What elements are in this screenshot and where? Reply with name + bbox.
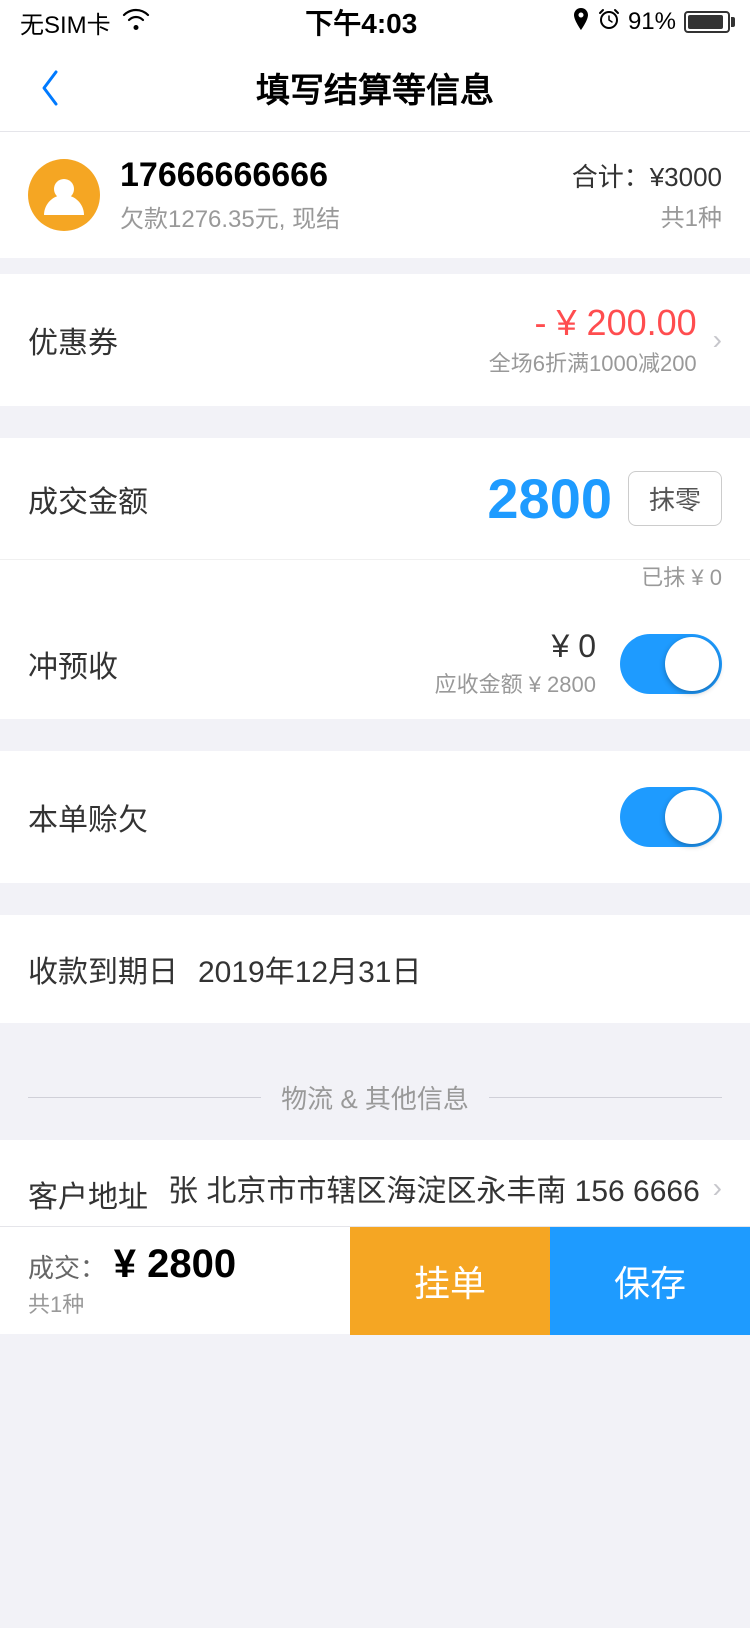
order-credit-toggle[interactable] — [620, 787, 722, 847]
avatar — [28, 159, 100, 231]
address-label: 客户地址 — [28, 1168, 148, 1216]
alarm-icon — [598, 8, 620, 37]
battery-percentage: 91% — [628, 8, 676, 36]
prepay-values: ¥ 0 应收金额 ¥ 2800 — [435, 628, 596, 699]
wifi-icon — [121, 8, 151, 37]
customer-debt: 欠款1276.35元, 现结 — [120, 199, 340, 234]
deal-amount-row: 成交金额 2800 抹零 — [0, 438, 750, 560]
empty-area — [0, 1308, 750, 1508]
status-right: 91% — [572, 8, 730, 37]
logistics-divider-text: 物流 & 其他信息 — [281, 1079, 469, 1116]
order-credit-section: 本单赊欠 — [0, 751, 750, 883]
bottom-bar: 成交： ¥ 2800 共1种 挂单 保存 — [0, 1226, 750, 1334]
page-title: 填写结算等信息 — [256, 63, 494, 112]
deal-sub-label: 已抹 ¥ 0 — [0, 560, 750, 608]
logistics-divider: 物流 & 其他信息 — [0, 1055, 750, 1140]
status-time: 下午4:03 — [305, 2, 417, 42]
bottom-deal-amount: ¥ 2800 — [114, 1242, 236, 1286]
prepay-row: 冲预收 ¥ 0 应收金额 ¥ 2800 — [0, 608, 750, 719]
bottom-summary: 成交： ¥ 2800 共1种 — [0, 1242, 350, 1319]
coupon-label: 优惠券 — [28, 318, 118, 362]
bottom-deal-label: 成交： — [28, 1253, 106, 1283]
round-button[interactable]: 抹零 — [628, 471, 722, 526]
divider-line-right — [489, 1097, 722, 1098]
customer-info: 17666666666 欠款1276.35元, 现结 — [120, 156, 340, 234]
bottom-deal-row: 成交： ¥ 2800 — [28, 1242, 322, 1287]
amount-section: 成交金额 2800 抹零 已抹 ¥ 0 — [0, 438, 750, 608]
prepay-section: 冲预收 ¥ 0 应收金额 ¥ 2800 — [0, 608, 750, 719]
chevron-right-icon: › — [713, 324, 722, 356]
customer-total: 合计：¥3000 共1种 — [572, 157, 722, 233]
battery-icon — [684, 11, 730, 33]
prepay-toggle[interactable] — [620, 634, 722, 694]
prepay-label: 冲预收 — [28, 642, 118, 686]
coupon-desc: 全场6折满1000减200 — [489, 346, 697, 378]
customer-phone: 17666666666 — [120, 156, 340, 195]
bottom-count: 共1种 — [28, 1287, 322, 1319]
due-date-value: 2019年12月31日 — [198, 947, 421, 991]
order-credit-label: 本单赊欠 — [28, 795, 148, 839]
save-button[interactable]: 保存 — [550, 1227, 750, 1335]
total-amount-label: 合计：¥3000 — [572, 157, 722, 194]
prepay-amount: ¥ 0 — [435, 628, 596, 665]
due-date-section: 收款到期日 2019年12月31日 — [0, 915, 750, 1023]
prepay-receivable: 应收金额 ¥ 2800 — [435, 667, 596, 699]
separator-3 — [0, 899, 750, 915]
separator-2 — [0, 735, 750, 751]
due-date-label: 收款到期日 — [28, 947, 178, 991]
deal-right: 2800 抹零 — [487, 466, 722, 531]
total-count: 共1种 — [572, 198, 722, 233]
status-bar: 无SIM卡 下午4:03 91% — [0, 0, 750, 44]
nav-bar: 填写结算等信息 — [0, 44, 750, 132]
customer-card: 17666666666 欠款1276.35元, 现结 合计：¥3000 共1种 — [0, 132, 750, 258]
prepay-right: ¥ 0 应收金额 ¥ 2800 — [435, 628, 722, 699]
deal-amount-value: 2800 — [487, 466, 612, 531]
customer-left: 17666666666 欠款1276.35元, 现结 — [28, 156, 340, 234]
address-chevron-icon: › — [713, 1168, 722, 1204]
deal-amount-label: 成交金额 — [28, 477, 148, 521]
separator-1 — [0, 422, 750, 438]
carrier-text: 无SIM卡 — [20, 5, 111, 40]
coupon-amount: - ¥ 200.00 — [489, 302, 697, 344]
hang-button[interactable]: 挂单 — [350, 1227, 550, 1335]
toggle-knob — [665, 637, 719, 691]
coupon-row[interactable]: 优惠券 - ¥ 200.00 全场6折满1000减200 › — [0, 274, 750, 406]
coupon-right: - ¥ 200.00 全场6折满1000减200 › — [489, 302, 722, 378]
due-date-row: 收款到期日 2019年12月31日 — [0, 915, 750, 1023]
location-icon — [572, 8, 590, 37]
coupon-section: 优惠券 - ¥ 200.00 全场6折满1000减200 › — [0, 274, 750, 406]
back-button[interactable] — [28, 66, 72, 110]
separator-4 — [0, 1039, 750, 1055]
main-content: 17666666666 欠款1276.35元, 现结 合计：¥3000 共1种 … — [0, 132, 750, 1628]
order-credit-toggle-knob — [665, 790, 719, 844]
order-credit-row: 本单赊欠 — [0, 751, 750, 883]
status-left: 无SIM卡 — [20, 5, 151, 40]
divider-line-left — [28, 1097, 261, 1098]
